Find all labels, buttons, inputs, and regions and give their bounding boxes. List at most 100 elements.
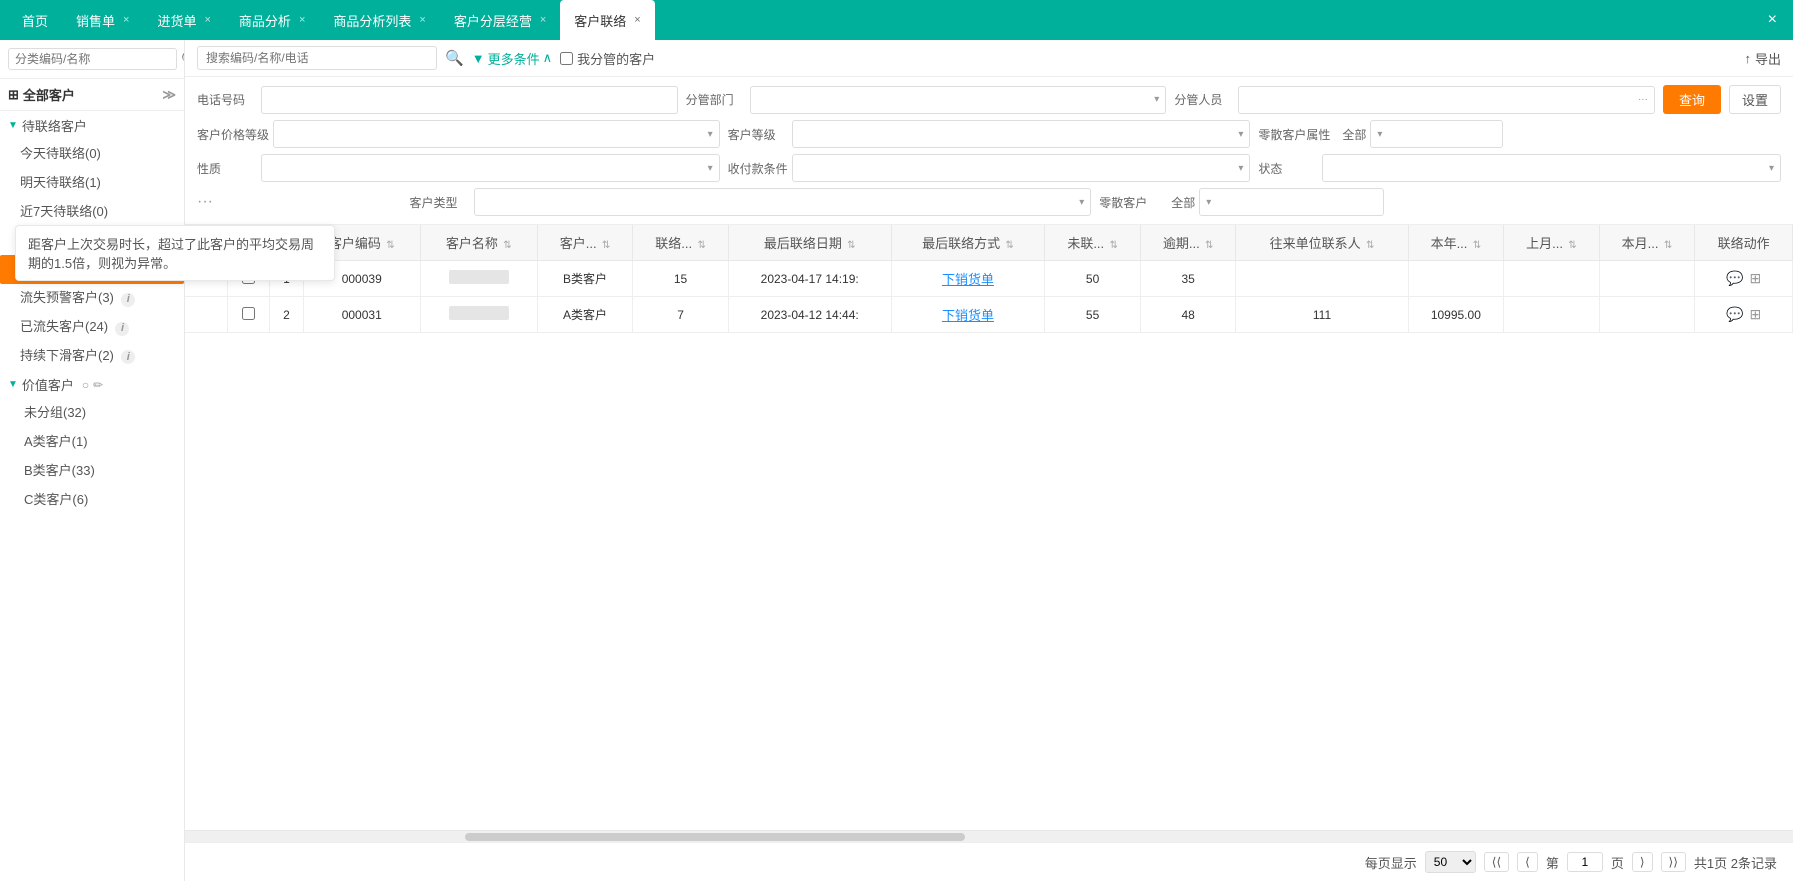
- more-icon-2[interactable]: ⊞: [1749, 306, 1761, 323]
- more-options-dots[interactable]: ···: [197, 193, 213, 211]
- message-icon-2[interactable]: 💬: [1726, 306, 1743, 323]
- search-button[interactable]: 🔍: [445, 49, 464, 67]
- collapse-icon[interactable]: ≫: [162, 87, 176, 103]
- query-button[interactable]: 查询: [1663, 85, 1721, 114]
- nav-tab-customer-segment[interactable]: 客户分层经营 ×: [440, 0, 560, 40]
- price-grade-field: 客户价格等级 ▾: [197, 120, 720, 148]
- chevron-down-icon2: ···: [1638, 94, 1648, 105]
- last-page-button[interactable]: ⟩⟩: [1661, 852, 1686, 872]
- sidebar-item-ungroup[interactable]: 未分组(32): [4, 399, 184, 428]
- contact-col-header[interactable]: 联络... ⇅: [633, 225, 729, 261]
- retail-attr-inline: 全部: [1342, 126, 1366, 143]
- nav-tab-customer-contact[interactable]: 客户联络 ×: [560, 0, 654, 40]
- sidebar-item-today[interactable]: 今天待联络(0): [0, 140, 184, 169]
- window-close-button[interactable]: ×: [1768, 11, 1777, 29]
- retail-attr-select[interactable]: ▾: [1370, 120, 1503, 148]
- next-page-button[interactable]: ⟩: [1632, 852, 1653, 872]
- scrollbar-thumb[interactable]: [465, 833, 965, 841]
- chevron-down-icon: ▾: [1154, 94, 1159, 105]
- filter-icon: ▼: [472, 51, 485, 66]
- price-grade-select[interactable]: ▾: [273, 120, 720, 148]
- all-customers-title: ⊞ 全部客户 ≫: [0, 79, 184, 111]
- name-cell-2: [420, 297, 537, 333]
- content-area: 🔍 ▼ 更多条件 ∧ 我分管的客户 ↑ 导出 电话号码: [185, 40, 1793, 881]
- pencil-icon-value-group[interactable]: ✏: [93, 378, 103, 392]
- triangle-down-icon2: ▼: [8, 379, 18, 390]
- this-month-col-header[interactable]: 本月... ⇅: [1599, 225, 1695, 261]
- sidebar-item-a-class[interactable]: A类客户(1): [4, 428, 184, 457]
- sort-icon-uncontacted: ⇅: [1110, 240, 1118, 251]
- pagination: 每页显示 50 20 100 ⟨⟨ ⟨ 第 页 ⟩ ⟩⟩ 共1页 2条记录: [185, 842, 1793, 881]
- actions-cell-2: 💬 ⊞: [1695, 297, 1793, 333]
- nav-tab-analysis-list[interactable]: 商品分析列表 ×: [319, 0, 439, 40]
- info-icon-already-lost: i: [115, 322, 129, 336]
- close-analysis-tab[interactable]: ×: [299, 14, 305, 26]
- my-customers-checkbox-label[interactable]: 我分管的客户: [560, 49, 655, 68]
- manager-label: 分管人员: [1174, 91, 1234, 108]
- row-checkbox-2[interactable]: [242, 307, 255, 320]
- customer-type-select[interactable]: ▾: [474, 188, 1092, 216]
- last-contact-date-col-header[interactable]: 最后联络日期 ⇅: [728, 225, 891, 261]
- close-analysis-list-tab[interactable]: ×: [419, 14, 425, 26]
- sidebar-item-7days[interactable]: 近7天待联络(0): [0, 198, 184, 227]
- pending-group-title[interactable]: ▼ 待联络客户: [0, 111, 184, 140]
- sidebar-search-input[interactable]: [8, 48, 177, 70]
- name-col-header[interactable]: 客户名称 ⇅: [420, 225, 537, 261]
- nav-tab-sales[interactable]: 销售单 ×: [62, 0, 143, 40]
- message-icon-1[interactable]: 💬: [1726, 270, 1743, 287]
- customer-grade-label: 客户等级: [728, 126, 788, 143]
- overdue-col-header[interactable]: 逾期... ⇅: [1140, 225, 1236, 261]
- sort-icon-this-year: ⇅: [1473, 240, 1481, 251]
- nav-tab-home[interactable]: 首页: [8, 0, 62, 40]
- last-month-col-header[interactable]: 上月... ⇅: [1504, 225, 1600, 261]
- more-icon-1[interactable]: ⊞: [1749, 270, 1761, 287]
- dept-select[interactable]: ▾: [750, 86, 1167, 114]
- last-method-link-2[interactable]: 下销货单: [942, 308, 994, 323]
- search-input[interactable]: [197, 46, 437, 70]
- export-button[interactable]: ↑ 导出: [1744, 49, 1781, 68]
- last-method-link-1[interactable]: 下销货单: [942, 272, 994, 287]
- prev-page-button[interactable]: ⟨: [1517, 852, 1538, 872]
- close-customer-contact-tab[interactable]: ×: [634, 14, 640, 26]
- sidebar-item-lost-preview[interactable]: 流失预警客户(3) i: [0, 284, 184, 313]
- filter-row-2: 客户价格等级 ▾ 客户等级 ▾ 零散客户属性 全部: [197, 120, 1781, 148]
- uncontacted-col-header[interactable]: 未联... ⇅: [1045, 225, 1141, 261]
- category-col-header[interactable]: 客户... ⇅: [537, 225, 633, 261]
- sidebar-item-continuous-down[interactable]: 持续下滑客户(2) i: [0, 342, 184, 371]
- related-contacts-col-header[interactable]: 往来单位联系人 ⇅: [1236, 225, 1408, 261]
- chevron-down-icon5: ▾: [1377, 129, 1382, 140]
- value-group-title[interactable]: ▼ 价值客户 ○ ✏: [0, 370, 184, 399]
- status-select[interactable]: ▾: [1322, 154, 1781, 182]
- category-cell-2: A类客户: [537, 297, 633, 333]
- nature-select[interactable]: ▾: [261, 154, 720, 182]
- close-purchase-tab[interactable]: ×: [204, 14, 210, 26]
- close-sales-tab[interactable]: ×: [123, 14, 129, 26]
- sidebar-item-tomorrow[interactable]: 明天待联络(1): [0, 169, 184, 198]
- per-page-select[interactable]: 50 20 100: [1425, 851, 1476, 873]
- payment-select[interactable]: ▾: [792, 154, 1251, 182]
- customer-type-label: 客户类型: [410, 194, 470, 211]
- sidebar: 🔍 ⊞ 全部客户 ≫ ▼ 待联络客户 今天待联络(0) 明天待联络(1) 近7天…: [0, 40, 185, 881]
- edit-icon-value-group[interactable]: ○: [82, 378, 89, 392]
- phone-input[interactable]: [261, 86, 678, 114]
- nav-tab-analysis[interactable]: 商品分析 ×: [225, 0, 319, 40]
- last-contact-method-col-header[interactable]: 最后联络方式 ⇅: [891, 225, 1045, 261]
- horizontal-scrollbar[interactable]: [185, 830, 1793, 842]
- table-row: 2 000031 A类客户 7 2023-04-12 14:44: 下销货单 5…: [185, 297, 1793, 333]
- my-customers-checkbox[interactable]: [560, 52, 573, 65]
- close-customer-segment-tab[interactable]: ×: [540, 14, 546, 26]
- this-year-col-header[interactable]: 本年... ⇅: [1408, 225, 1504, 261]
- customer-grade-select[interactable]: ▾: [792, 120, 1251, 148]
- contact-cell-1: 15: [633, 261, 729, 297]
- contact-cell-2: 7: [633, 297, 729, 333]
- nav-tab-purchase[interactable]: 进货单 ×: [143, 0, 224, 40]
- sidebar-item-already-lost[interactable]: 已流失客户(24) i: [0, 313, 184, 342]
- first-page-button[interactable]: ⟨⟨: [1484, 852, 1509, 872]
- sidebar-item-c-class[interactable]: C类客户(6): [4, 486, 184, 515]
- page-input[interactable]: [1567, 852, 1603, 872]
- sidebar-item-b-class[interactable]: B类客户(33): [4, 457, 184, 486]
- retail-customer-select[interactable]: ▾: [1199, 188, 1383, 216]
- more-conditions-button[interactable]: ▼ 更多条件 ∧: [472, 49, 552, 68]
- settings-button[interactable]: 设置: [1729, 85, 1781, 114]
- manager-select[interactable]: ···: [1238, 86, 1655, 114]
